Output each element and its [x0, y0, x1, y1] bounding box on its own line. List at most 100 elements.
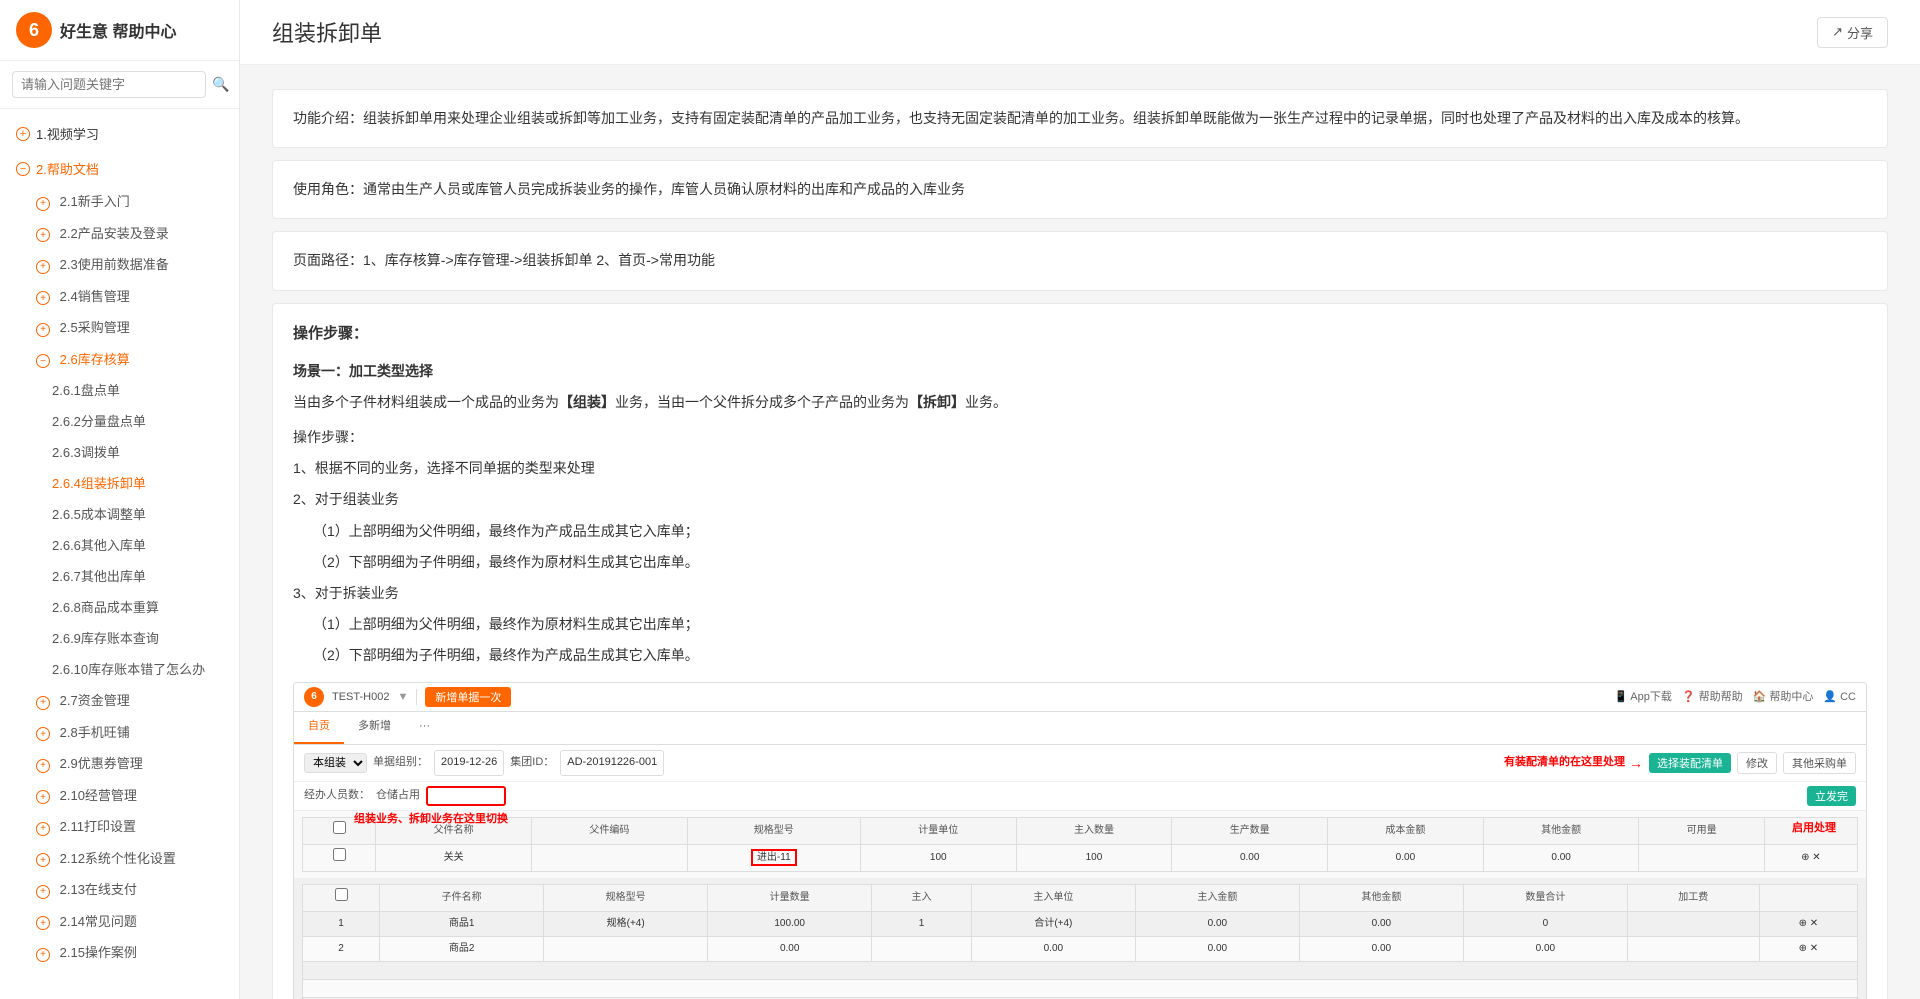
ss-assembly-list-btn[interactable]: 选择装配清单 — [1649, 753, 1731, 773]
ss-nav-tab-self[interactable]: 自贡 — [294, 712, 344, 744]
ss-col-sub-other: 其他金额 — [1299, 885, 1463, 912]
step2: 2、对于组装业务 — [293, 487, 1867, 512]
ss-nav-tab-new[interactable]: 多新增 — [344, 712, 405, 744]
sidebar-item-partial-count[interactable]: 2.6.2分量盘点单 — [0, 405, 239, 436]
sidebar-item-install[interactable]: + 2.2产品安装及登录 — [0, 217, 239, 249]
ss-col-sub-ops — [1759, 885, 1857, 912]
path-card: 页面路径：1、库存核算->库存管理->组装拆卸单 2、首页->常用功能 — [272, 231, 1888, 290]
step3-1: （1）上部明细为父件明细，最终作为原材料生成其它出库单； — [293, 612, 1867, 637]
sidebar-item-help-doc[interactable]: − 2.帮助文档 — [0, 152, 239, 185]
plus-icon: + — [16, 127, 30, 141]
sidebar-item-finance[interactable]: + 2.7资金管理 — [0, 684, 239, 716]
func-intro-card: 功能介绍：组装拆卸单用来处理企业组装或拆卸等加工业务，支持有固定装配清单的产品加… — [272, 89, 1888, 148]
ss-col-sub-main: 主入 — [872, 885, 972, 912]
ss-icon-helpcenter: 🏠 帮助中心 — [1753, 688, 1814, 708]
ss-toolbar: 本组装 拆卸单 单据组别： 2019-12-26 集团ID： AD-201912… — [294, 745, 1866, 782]
sidebar-item-coupon[interactable]: + 2.9优惠券管理 — [0, 747, 239, 779]
ss-cell-action: ⊕ ✕ — [1764, 845, 1857, 872]
minus-icon: − — [16, 162, 30, 176]
sidebar-item-cases[interactable]: + 2.15操作案例 — [0, 936, 239, 968]
ss-modify-btn[interactable]: 修改 — [1737, 752, 1777, 774]
ss-cell-prod-qty: 0.00 — [1172, 845, 1328, 872]
scenario1-heading: 场景一：加工类型选择 — [293, 359, 1867, 384]
role-text: 使用角色：通常由生产人员或库管人员完成拆装业务的操作，库管人员确认原材料的出库和… — [293, 177, 1867, 202]
ss-icon-help: ❓ 帮助帮助 — [1682, 688, 1743, 708]
ss-row-checkbox[interactable] — [333, 848, 346, 861]
ss-complete-btn[interactable]: 立发完 — [1807, 786, 1856, 806]
sidebar-item-mobile[interactable]: + 2.8手机旺铺 — [0, 716, 239, 748]
plus-icon: + — [36, 822, 50, 836]
func-intro-label: 功能介绍： — [293, 110, 363, 126]
search-input[interactable] — [12, 71, 206, 98]
sidebar-nav: + 1.视频学习 − 2.帮助文档 + 2.1新手入门 + 2.2产品安装及登录 — [0, 109, 239, 999]
ss-header-checkbox2[interactable] — [335, 888, 348, 901]
role-label: 使用角色： — [293, 181, 363, 197]
plus-icon: + — [36, 916, 50, 930]
plus-icon: + — [36, 696, 50, 710]
step2-1: （1）上部明细为父件明细，最终作为产成品生成其它入库单； — [293, 519, 1867, 544]
sidebar-item-cost-recalc[interactable]: 2.6.8商品成本重算 — [0, 591, 239, 622]
sidebar-item-faq[interactable]: + 2.14常见问题 — [0, 905, 239, 937]
search-button[interactable]: 🔍 — [212, 76, 229, 93]
ss-header-checkbox[interactable] — [333, 821, 346, 834]
sidebar-item-inventory[interactable]: − 2.6库存核算 — [0, 343, 239, 375]
sidebar-item-cost-adjust[interactable]: 2.6.5成本调整单 — [0, 498, 239, 529]
ss-annotation3-area: 启用处理 — [1792, 819, 1836, 839]
ss-topbar: 6 TEST-H002 ▼ 新增单据一次 📱 App下载 ❓ 帮助帮助 🏠 帮助… — [294, 683, 1866, 712]
sidebar-item-ops[interactable]: + 2.10经营管理 — [0, 779, 239, 811]
ss-cell-other: 0.00 — [1483, 845, 1639, 872]
sidebar-item-data-prep[interactable]: + 2.3使用前数据准备 — [0, 248, 239, 280]
ss-cell-parent-code — [532, 845, 688, 872]
sidebar-item-newbie[interactable]: + 2.1新手入门 — [0, 185, 239, 217]
ss-cell-main-qty: 100 — [1016, 845, 1172, 872]
path-text: 页面路径：1、库存核算->库存管理->组装拆卸单 2、首页->常用功能 — [293, 248, 1867, 273]
ss-icon-cc: 👤 CC — [1823, 688, 1856, 708]
plus-icon: + — [36, 260, 50, 274]
ss-col-sub-total: 数量合计 — [1463, 885, 1627, 912]
ss-nav-tab-more[interactable]: ··· — [405, 712, 444, 744]
sidebar-item-assembly[interactable]: 2.6.4组装拆卸单 — [0, 467, 239, 498]
ss-annotation3-text: 启用处理 — [1792, 822, 1836, 834]
ss-col-sub-process: 加工费 — [1627, 885, 1759, 912]
ss-annotation2-area: 组装业务、拆卸业务在这里切换 — [354, 810, 508, 830]
sidebar-item-online-pay[interactable]: + 2.13在线支付 — [0, 873, 239, 905]
ss-upper-table-header: 父件名称 父件编码 规格型号 计量单位 主入数量 生产数量 成本金额 其他金额 … — [303, 818, 1858, 845]
plus-icon: + — [36, 197, 50, 211]
ss-sub-toolbar: 经办人员数： 仓储占用 立发完 组装业务、拆卸业务在这里切换 — [294, 782, 1866, 811]
ss-cell-cost: 0.00 — [1328, 845, 1484, 872]
ss-new-order-btn[interactable]: 新增单据一次 — [425, 687, 511, 707]
sidebar-item-stock-query[interactable]: 2.6.9库存账本查询 — [0, 622, 239, 653]
sidebar-item-other-outbound[interactable]: 2.6.7其他出库单 — [0, 560, 239, 591]
sidebar-item-transfer[interactable]: 2.6.3调拨单 — [0, 436, 239, 467]
ss-operator-label: 经办人员数： — [304, 786, 370, 806]
ss-col-sub-mainamt: 主入金额 — [1135, 885, 1299, 912]
ss-col-select2 — [303, 885, 380, 912]
sidebar-item-print[interactable]: + 2.11打印设置 — [0, 810, 239, 842]
sidebar-item-video[interactable]: + 1.视频学习 — [0, 117, 239, 150]
ss-type-select[interactable]: 本组装 拆卸单 — [304, 753, 367, 773]
table-row: 关关 进出-11 100 100 0.00 0.00 0.00 ⊕ ✕ — [303, 845, 1858, 872]
ss-logo: 6 — [304, 687, 324, 707]
sidebar-item-customization[interactable]: + 2.12系统个性化设置 — [0, 842, 239, 874]
search-area: 🔍 — [0, 61, 239, 109]
ss-other-btn[interactable]: 其他采购单 — [1783, 752, 1856, 774]
ss-operator-value: 仓储占用 — [376, 786, 420, 806]
sidebar-item-stock-error[interactable]: 2.6.10库存账本错了怎么办 — [0, 653, 239, 684]
sidebar-item-sales[interactable]: + 2.4销售管理 — [0, 280, 239, 312]
screenshot-container: 6 TEST-H002 ▼ 新增单据一次 📱 App下载 ❓ 帮助帮助 🏠 帮助… — [293, 682, 1867, 999]
ss-col-spec: 规格型号 — [687, 818, 860, 845]
sidebar-item-inventory-count[interactable]: 2.6.1盘点单 — [0, 374, 239, 405]
sidebar-item-purchase[interactable]: + 2.5采购管理 — [0, 311, 239, 343]
share-button[interactable]: ↗ 分享 — [1817, 17, 1888, 48]
ops-heading: 操作步骤： — [293, 320, 1867, 347]
step1: 1、根据不同的业务，选择不同单据的类型来处理 — [293, 456, 1867, 481]
ss-col-sub-unit: 主入单位 — [971, 885, 1135, 912]
plus-icon: + — [36, 759, 50, 773]
ss-operator-input[interactable] — [426, 786, 506, 806]
ss-no-label: 集团ID： — [510, 753, 554, 773]
ss-col-sub-spec: 规格型号 — [544, 885, 708, 912]
ss-icon-app: 📱 App下载 — [1614, 688, 1672, 708]
ss-cell-select[interactable] — [303, 845, 376, 872]
sidebar-item-other-inbound[interactable]: 2.6.6其他入库单 — [0, 529, 239, 560]
nav-section-1: + 1.视频学习 — [0, 117, 239, 150]
